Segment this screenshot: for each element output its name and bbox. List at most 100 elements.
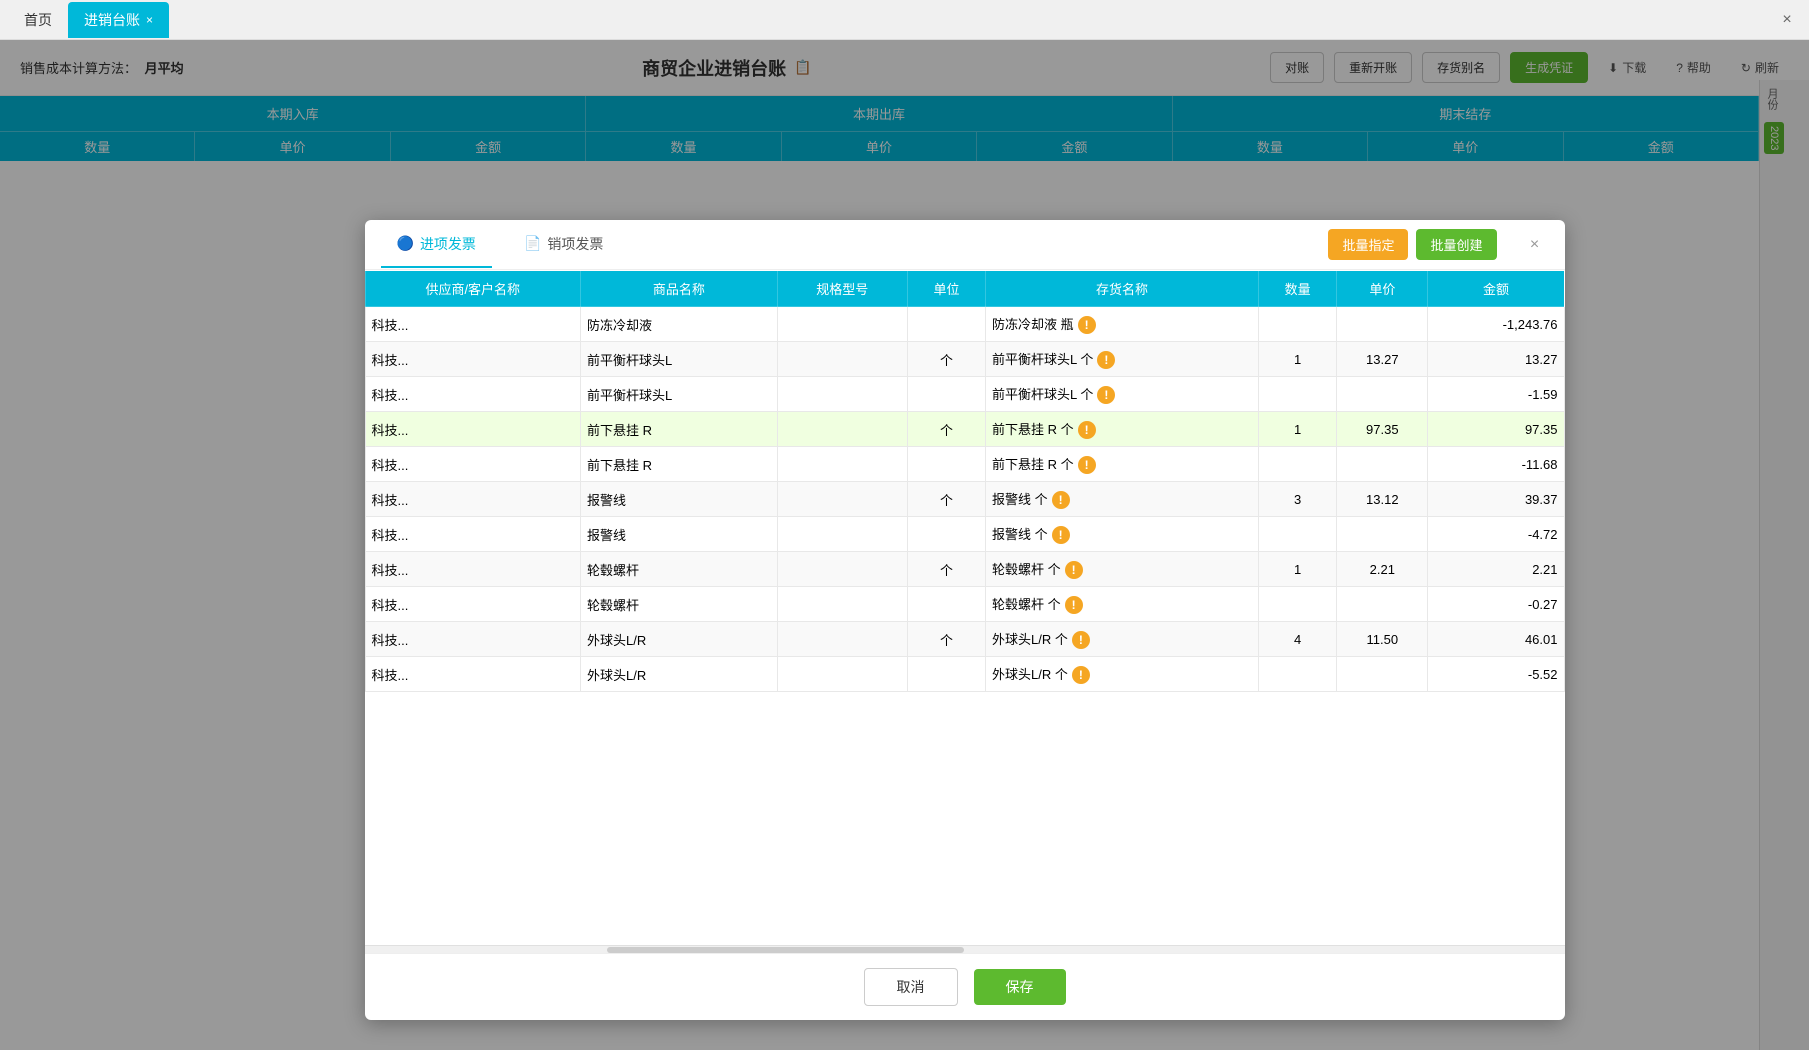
tab-ledger-close[interactable]: ×: [146, 13, 153, 27]
tab-sales-invoice[interactable]: 📄 销项发票: [508, 222, 619, 268]
th-unit: 单位: [907, 271, 985, 307]
table-cell-0: 科技...: [365, 342, 581, 377]
table-cell-6: 11.50: [1337, 622, 1428, 657]
table-cell-2: [777, 517, 907, 552]
modal-header: 🔵 进项发票 📄 销项发票 批量指定 批量创建 ×: [365, 220, 1565, 270]
warning-icon: !: [1072, 631, 1090, 649]
table-cell-4: 外球头L/R 个!: [986, 622, 1259, 657]
table-cell-0: 科技...: [365, 622, 581, 657]
table-cell-5: [1259, 517, 1337, 552]
table-cell-5: [1259, 377, 1337, 412]
table-cell-0: 科技...: [365, 377, 581, 412]
tab-purchase-invoice[interactable]: 🔵 进项发票: [381, 222, 492, 268]
batch-create-button[interactable]: 批量创建: [1416, 229, 1496, 260]
table-cell-2: [777, 622, 907, 657]
table-cell-4: 前平衡杆球头L 个!: [986, 342, 1259, 377]
table-cell-2: [777, 482, 907, 517]
table-cell-1: 轮毂螺杆: [581, 552, 778, 587]
table-cell-3: [907, 447, 985, 482]
table-cell-5: 1: [1259, 342, 1337, 377]
table-cell-0: 科技...: [365, 657, 581, 692]
scroll-thumb: [607, 947, 965, 953]
table-cell-4: 外球头L/R 个!: [986, 657, 1259, 692]
batch-assign-button[interactable]: 批量指定: [1328, 229, 1408, 260]
table-cell-2: [777, 412, 907, 447]
table-cell-3: 个: [907, 482, 985, 517]
warning-icon: !: [1097, 351, 1115, 369]
table-row[interactable]: 科技...前平衡杆球头L前平衡杆球头L 个!-1.59: [365, 377, 1564, 412]
table-header-row: 供应商/客户名称 商品名称 规格型号 单位 存货名称 数量 单价 金额: [365, 271, 1564, 307]
table-cell-1: 报警线: [581, 482, 778, 517]
th-price: 单价: [1337, 271, 1428, 307]
warning-icon: !: [1078, 316, 1096, 334]
table-row[interactable]: 科技...外球头L/R个外球头L/R 个!411.5046.01: [365, 622, 1564, 657]
table-row[interactable]: 科技...报警线报警线 个!-4.72: [365, 517, 1564, 552]
table-row[interactable]: 科技...前平衡杆球头L个前平衡杆球头L 个!113.2713.27: [365, 342, 1564, 377]
save-button[interactable]: 保存: [974, 969, 1066, 1005]
window-close-button[interactable]: ×: [1773, 6, 1801, 34]
table-cell-1: 轮毂螺杆: [581, 587, 778, 622]
table-cell-6: [1337, 377, 1428, 412]
table-cell-0: 科技...: [365, 517, 581, 552]
table-row[interactable]: 科技...前下悬挂 R前下悬挂 R 个!-11.68: [365, 447, 1564, 482]
table-cell-0: 科技...: [365, 412, 581, 447]
table-row[interactable]: 科技...防冻冷却液防冻冷却液 瓶!-1,243.76: [365, 307, 1564, 342]
table-cell-3: 个: [907, 622, 985, 657]
warning-icon: !: [1078, 421, 1096, 439]
table-cell-4: 报警线 个!: [986, 517, 1259, 552]
table-cell-6: 13.12: [1337, 482, 1428, 517]
table-cell-2: [777, 657, 907, 692]
table-cell-0: 科技...: [365, 552, 581, 587]
table-cell-6: [1337, 587, 1428, 622]
tab-home[interactable]: 首页: [8, 2, 68, 38]
table-cell-4: 前下悬挂 R 个!: [986, 412, 1259, 447]
table-cell-3: [907, 307, 985, 342]
table-cell-2: [777, 307, 907, 342]
table-row[interactable]: 科技...外球头L/R外球头L/R 个!-5.52: [365, 657, 1564, 692]
table-cell-1: 前平衡杆球头L: [581, 377, 778, 412]
modal-close-button[interactable]: ×: [1521, 231, 1549, 259]
table-cell-0: 科技...: [365, 447, 581, 482]
table-cell-7: -0.27: [1428, 587, 1564, 622]
cancel-button[interactable]: 取消: [864, 968, 958, 1006]
table-cell-2: [777, 587, 907, 622]
table-row[interactable]: 科技...轮毂螺杆个轮毂螺杆 个!12.212.21: [365, 552, 1564, 587]
table-cell-0: 科技...: [365, 482, 581, 517]
table-cell-4: 防冻冷却液 瓶!: [986, 307, 1259, 342]
table-row[interactable]: 科技...前下悬挂 R个前下悬挂 R 个!197.3597.35: [365, 412, 1564, 447]
warning-icon: !: [1065, 596, 1083, 614]
table-row[interactable]: 科技...轮毂螺杆轮毂螺杆 个!-0.27: [365, 587, 1564, 622]
table-cell-5: [1259, 657, 1337, 692]
table-cell-7: 97.35: [1428, 412, 1564, 447]
table-cell-1: 前下悬挂 R: [581, 412, 778, 447]
table-cell-7: -4.72: [1428, 517, 1564, 552]
table-cell-6: [1337, 447, 1428, 482]
table-cell-5: 3: [1259, 482, 1337, 517]
table-cell-7: 13.27: [1428, 342, 1564, 377]
table-cell-6: [1337, 657, 1428, 692]
main-area: 销售成本计算方法： 月平均 商贸企业进销台账 📋 对账 重新开账 存货别名 生成…: [0, 40, 1809, 1050]
tab-ledger[interactable]: 进销台账 ×: [68, 2, 169, 38]
table-cell-0: 科技...: [365, 307, 581, 342]
table-cell-3: [907, 657, 985, 692]
table-cell-6: [1337, 307, 1428, 342]
table-cell-5: [1259, 447, 1337, 482]
table-cell-6: 97.35: [1337, 412, 1428, 447]
table-cell-7: 2.21: [1428, 552, 1564, 587]
table-cell-3: 个: [907, 412, 985, 447]
table-cell-2: [777, 377, 907, 412]
warning-icon: !: [1072, 666, 1090, 684]
table-cell-3: 个: [907, 552, 985, 587]
horizontal-scrollbar[interactable]: [365, 945, 1565, 953]
sales-tab-icon: 📄: [524, 235, 541, 252]
table-cell-2: [777, 447, 907, 482]
table-cell-5: 1: [1259, 412, 1337, 447]
table-row[interactable]: 科技...报警线个报警线 个!313.1239.37: [365, 482, 1564, 517]
table-cell-7: -11.68: [1428, 447, 1564, 482]
table-cell-7: -5.52: [1428, 657, 1564, 692]
modal-body: 供应商/客户名称 商品名称 规格型号 单位 存货名称 数量 单价 金额 科技..…: [365, 270, 1565, 945]
tab-home-label: 首页: [24, 12, 52, 28]
warning-icon: !: [1097, 386, 1115, 404]
tab-sales-label: 销项发票: [547, 234, 603, 254]
th-spec: 规格型号: [777, 271, 907, 307]
